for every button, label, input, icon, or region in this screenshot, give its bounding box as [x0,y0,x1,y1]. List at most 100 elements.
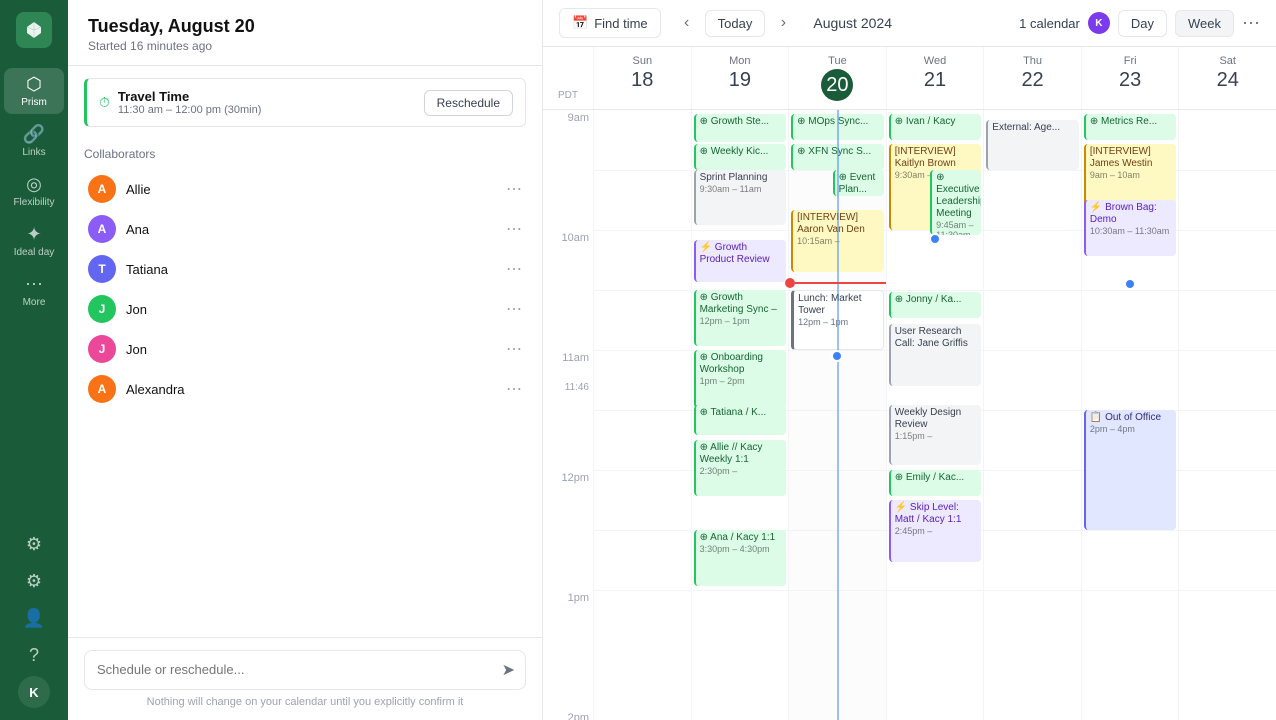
event-user-research[interactable]: User Research Call: Jane Griffis [889,324,982,386]
event-allie-kacy[interactable]: ⊕ Allie // Kacy Weekly 1:1 2:30pm – [694,440,787,496]
prev-button[interactable]: ‹ [673,9,701,37]
started-text: Started 16 minutes ago [88,39,522,53]
avatar-tatiana: T [88,255,116,283]
reschedule-button[interactable]: Reschedule [424,90,513,116]
event-growth-sta[interactable]: ⊕ Growth Ste... [694,114,787,142]
more-options-jon2[interactable]: ⋯ [506,339,522,359]
day-name-sun: Sun [598,55,687,67]
time-10am: 10am [543,230,593,290]
week-view-button[interactable]: Week [1175,10,1234,37]
sidebar-item-label: Links [22,147,45,158]
links-icon: 🔗 [23,124,45,145]
time-1030 [543,290,593,350]
day-name-thu: Thu [988,55,1077,67]
travel-card-details: Travel Time 11:30 am – 12:00 pm (30min) [118,89,261,116]
day-header-sun: Sun 18 [593,47,691,109]
today-button[interactable]: Today [705,10,766,37]
calendar-pane: 📅 Find time ‹ Today › August 2024 1 cale… [543,0,1276,720]
time-dot-1pm [831,350,843,362]
calendar-more-button[interactable]: ⋯ [1242,13,1260,34]
collab-name-jon1: Jon [126,302,496,317]
more-options-ana[interactable]: ⋯ [506,219,522,239]
avatar-ana: A [88,215,116,243]
event-exec-leadership[interactable]: ⊕ Executive Leadership Meeting 9:45am – … [930,170,981,235]
time-1130 [543,410,593,470]
next-button[interactable]: › [769,9,797,37]
event-ivan-kacy[interactable]: ⊕ Ivan / Kacy [889,114,982,140]
collaborator-ana[interactable]: A Ana ⋯ [84,209,526,249]
event-weekly-design[interactable]: Weekly Design Review 1:15pm – [889,405,982,465]
chat-input[interactable] [97,662,485,677]
day-header-wed: Wed 21 [886,47,984,109]
avatar-jon2: J [88,335,116,363]
event-onboarding[interactable]: ⊕ Onboarding Workshop 1pm – 2pm [694,350,787,408]
left-pane: Tuesday, August 20 Started 16 minutes ag… [68,0,543,720]
event-growth-product[interactable]: ⚡ Growth Product Review [694,240,787,282]
event-sprint-planning[interactable]: Sprint Planning 9:30am – 11am [694,170,787,225]
event-emily[interactable]: ⊕ Emily / Kac... [889,470,982,496]
day-view-button[interactable]: Day [1118,10,1167,37]
sidebar-item-more[interactable]: ⋯ More [4,268,64,314]
event-tatiana[interactable]: ⊕ Tatiana / K... [694,405,787,435]
day-header-thu: Thu 22 [983,47,1081,109]
travel-title: Travel Time [118,89,261,104]
main-panel: Tuesday, August 20 Started 16 minutes ag… [68,0,1276,720]
app-logo[interactable] [16,12,52,48]
user-avatar[interactable]: K [18,676,50,708]
event-brown-bag[interactable]: ⚡ Brown Bag: Demo 10:30am – 11:30am [1084,200,1177,256]
day-num-fri: 23 [1086,69,1175,92]
sidebar-item-user-mgmt[interactable]: 👤 [4,602,64,635]
day-header-mon: Mon 19 [691,47,789,109]
day-num-thu: 22 [988,69,1077,92]
travel-time: 11:30 am – 12:00 pm (30min) [118,104,261,116]
day-num-tue: 20 [821,69,853,101]
more-options-alexandra[interactable]: ⋯ [506,379,522,399]
event-metrics[interactable]: ⊕ Metrics Re... [1084,114,1177,140]
sidebar-item-help[interactable]: ? [4,639,64,672]
collaborators-section: Collaborators A Allie ⋯ A Ana ⋯ T Tatian… [68,139,542,417]
more-options-allie[interactable]: ⋯ [506,179,522,199]
find-time-label: Find time [594,16,647,31]
day-col-sat [1178,110,1276,720]
event-jonny[interactable]: ⊕ Jonny / Ka... [889,292,982,318]
collaborator-jon1[interactable]: J Jon ⋯ [84,289,526,329]
avatar-allie: A [88,175,116,203]
sidebar-item-gear2[interactable]: ⚙ [4,565,64,598]
sidebar-item-gear1[interactable]: ⚙ [4,528,64,561]
day-header-tue: Tue 20 [788,47,886,109]
chat-input-area: ➤ Nothing will change on your calendar u… [68,637,542,720]
more-options-tatiana[interactable]: ⋯ [506,259,522,279]
day-num-sun: 18 [598,69,687,92]
collaborator-jon2[interactable]: J Jon ⋯ [84,329,526,369]
more-options-jon1[interactable]: ⋯ [506,299,522,319]
chat-disclaimer: Nothing will change on your calendar unt… [84,696,526,708]
event-weekly-kic[interactable]: ⊕ Weekly Kic... [694,144,787,170]
top-content: Tuesday, August 20 Started 16 minutes ag… [68,0,1276,720]
event-skip-level[interactable]: ⚡ Skip Level: Matt / Kacy 1:1 2:45pm – [889,500,982,562]
event-growth-mktg[interactable]: ⊕ Growth Marketing Sync – 12pm – 1pm [694,290,787,346]
user-icon: 👤 [23,608,45,629]
sidebar-item-ideal-day[interactable]: ✦ Ideal day [4,218,64,264]
day-num-sat: 24 [1183,69,1272,92]
calendar-controls-right: 1 calendar K Day Week ⋯ [1019,10,1260,37]
event-out-of-office[interactable]: 📋 Out of Office 2pm – 4pm [1084,410,1177,530]
sidebar-item-links[interactable]: 🔗 Links [4,118,64,164]
collaborator-allie[interactable]: A Allie ⋯ [84,169,526,209]
flexibility-icon: ◎ [26,174,42,195]
time-1230 [543,530,593,590]
collaborator-tatiana[interactable]: T Tatiana ⋯ [84,249,526,289]
collaborator-alexandra[interactable]: A Alexandra ⋯ [84,369,526,409]
send-button[interactable]: ➤ [502,660,515,680]
day-name-tue: Tue [793,55,882,67]
collab-name-alexandra: Alexandra [126,382,496,397]
find-time-button[interactable]: 📅 Find time [559,8,661,38]
event-ana-kacy[interactable]: ⊕ Ana / Kacy 1:1 3:30pm – 4:30pm [694,530,787,586]
calendar-user-avatar[interactable]: K [1088,12,1110,34]
settings-icon: ⚙ [26,571,42,592]
sidebar-item-prism[interactable]: ⬡ Prism [4,68,64,114]
page-title: Tuesday, August 20 [88,16,522,37]
sidebar-item-flexibility[interactable]: ◎ Flexibility [4,168,64,214]
event-plan[interactable]: ⊕ Event Plan... [833,170,884,196]
sidebar: ⬡ Prism 🔗 Links ◎ Flexibility ✦ Ideal da… [0,0,68,720]
event-external[interactable]: External: Age... [986,120,1079,170]
